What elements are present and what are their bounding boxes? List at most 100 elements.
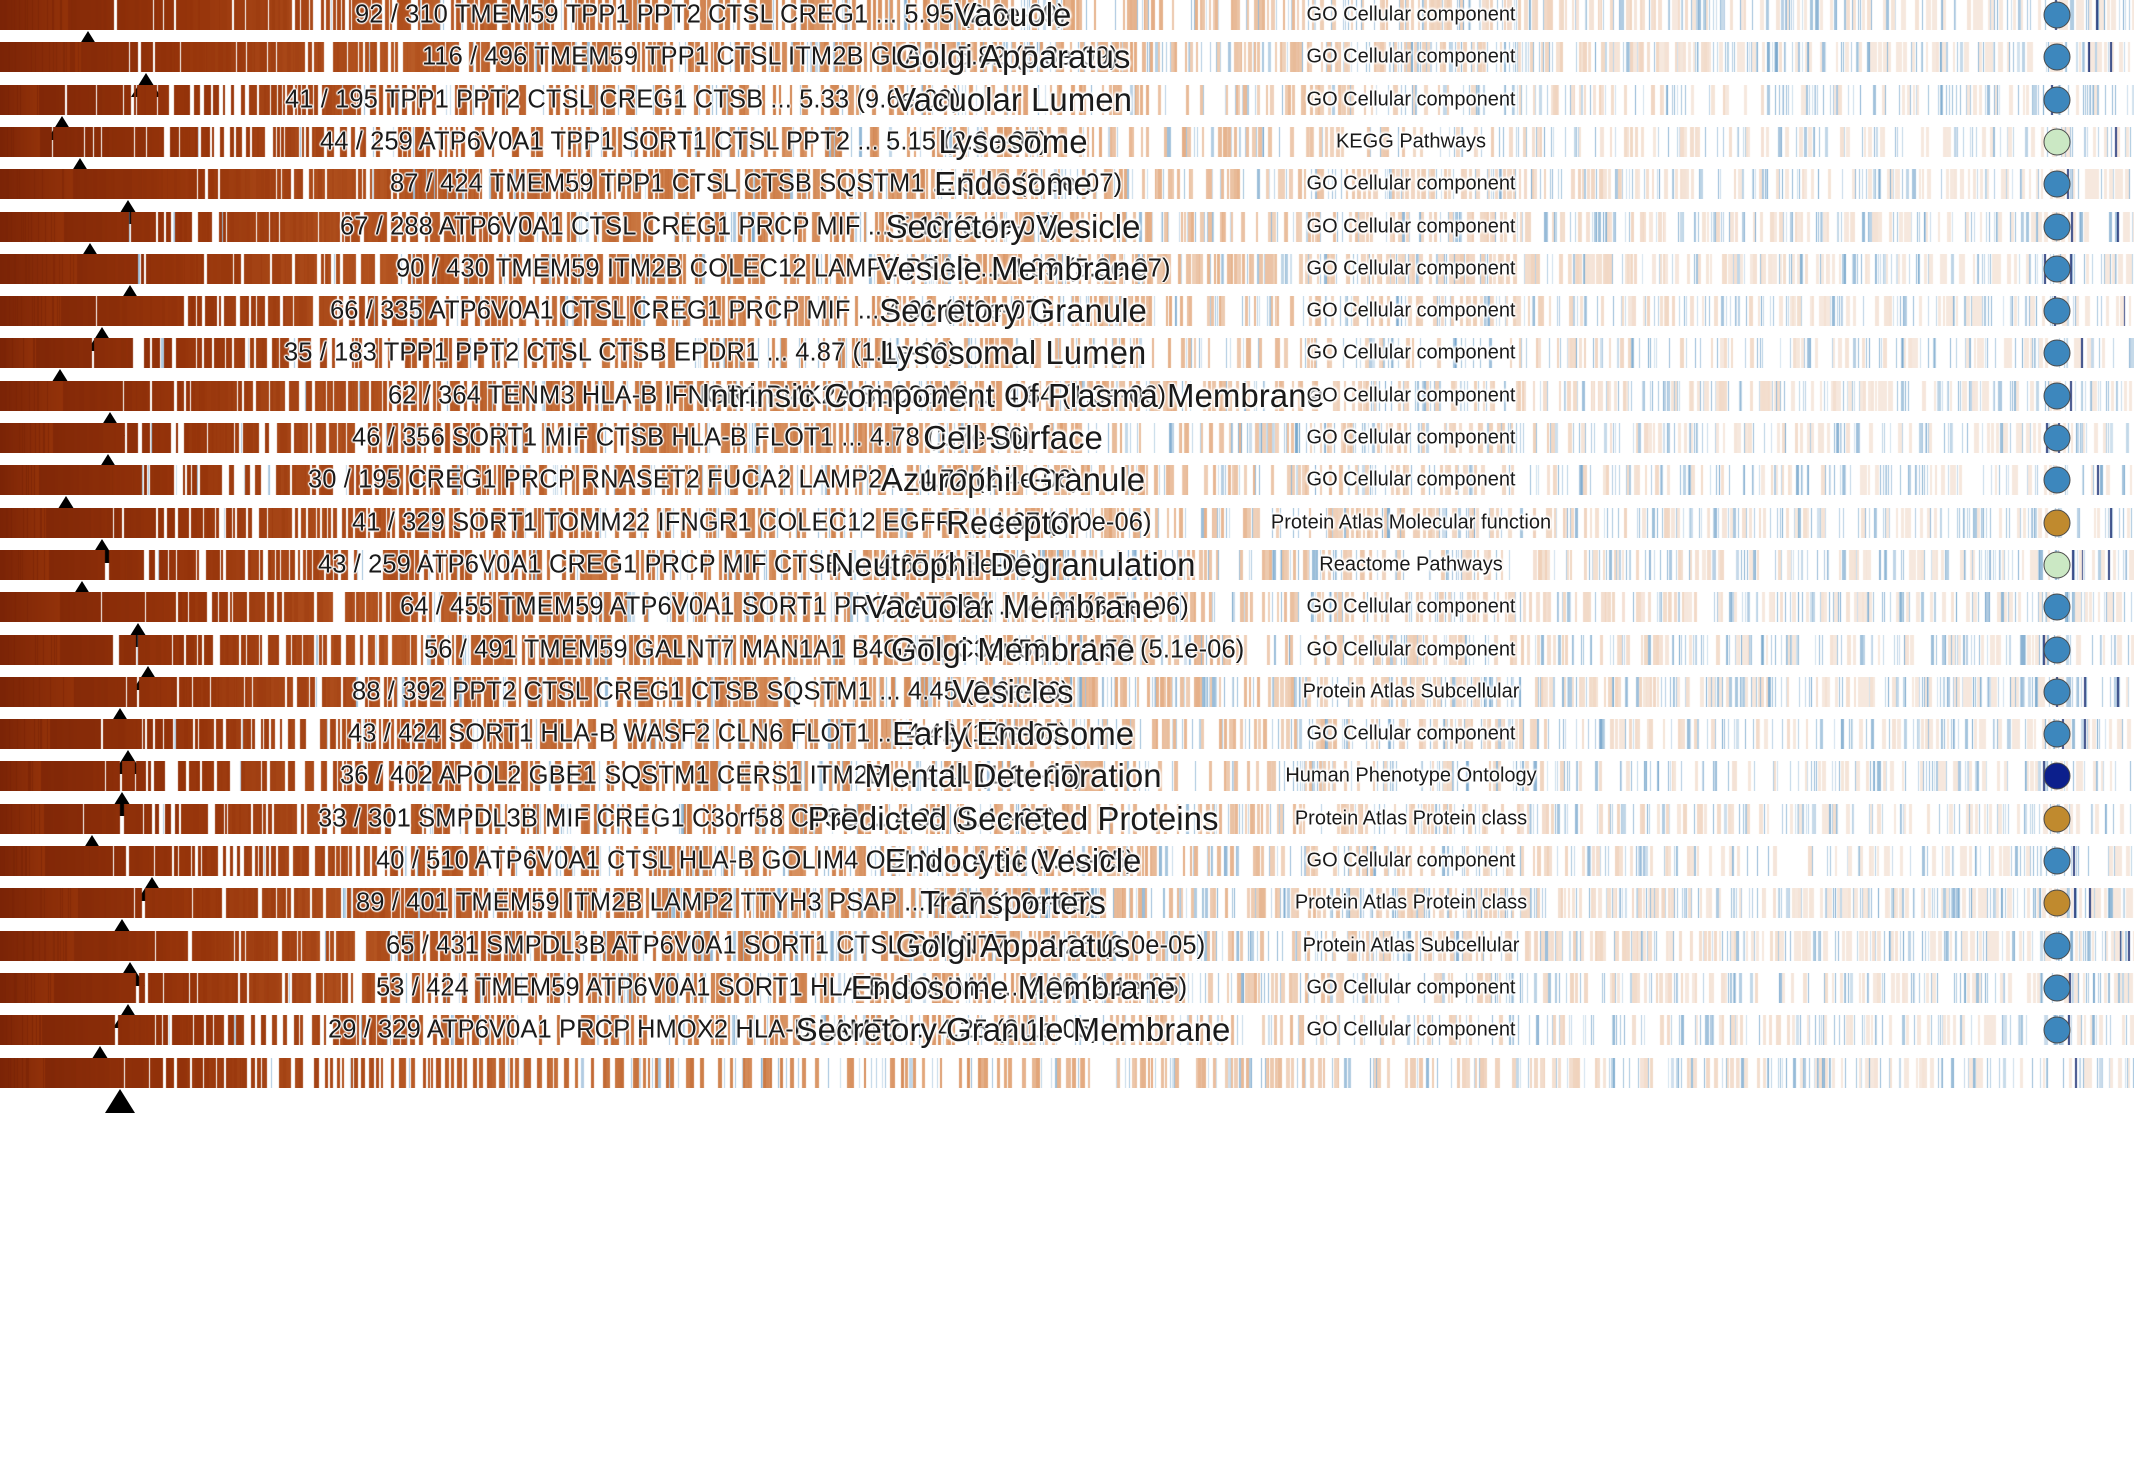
database-color-dot[interactable]: [2043, 974, 2071, 1002]
enrichment-row[interactable]: 66 / 335 ATP6V0A1 CTSL CREG1 PRCP MIF ..…: [0, 292, 2134, 352]
database-label: GO Cellular component: [1306, 299, 1516, 322]
term-title[interactable]: Vacuole: [955, 0, 1072, 34]
database-color-dot[interactable]: [2043, 636, 2071, 663]
enrichment-row[interactable]: 92 / 310 TMEM59 TPP1 PPT2 CTSL CREG1 ...…: [0, 0, 2134, 55]
term-title[interactable]: Secretory Granule Membrane: [796, 1011, 1231, 1049]
database-color-dot[interactable]: [2043, 424, 2071, 452]
enrichment-row[interactable]: 53 / 424 TMEM59 ATP6V0A1 SORT1 HLA-B GOL…: [0, 969, 2134, 1028]
database-color-dot[interactable]: [2043, 762, 2071, 790]
database-color-dot[interactable]: [2043, 593, 2071, 621]
term-title[interactable]: Endosome Membrane: [851, 969, 1176, 1007]
database-label: GO Cellular component: [1306, 3, 1516, 26]
database-color-dot[interactable]: [2043, 170, 2071, 198]
database-color-dot[interactable]: [2043, 297, 2071, 325]
term-title[interactable]: Secretory Granule: [879, 292, 1147, 330]
database-color-dot[interactable]: [2043, 255, 2071, 283]
database-color-dot[interactable]: [2043, 551, 2071, 579]
term-title[interactable]: Receptor: [946, 504, 1080, 542]
term-title[interactable]: Neutrophil Degranulation: [830, 546, 1195, 584]
database-color-dot[interactable]: [2043, 805, 2071, 833]
enrichment-barcode-plot: 92 / 310 TMEM59 TPP1 PPT2 CTSL CREG1 ...…: [0, 0, 2134, 1464]
enrichment-row[interactable]: 43 / 259 ATP6V0A1 CREG1 PRCP MIF CTSB ..…: [0, 546, 2134, 605]
database-label: GO Cellular component: [1306, 468, 1516, 491]
term-title[interactable]: Lysosomal Lumen: [880, 334, 1147, 372]
enrichment-row[interactable]: 116 / 496 TMEM59 TPP1 CTSL ITM2B GLA ...…: [0, 38, 2134, 98]
term-title[interactable]: Cell Surface: [923, 419, 1103, 457]
term-title[interactable]: Vacuolar Lumen: [894, 81, 1132, 119]
database-label: Protein Atlas Molecular function: [1270, 511, 1552, 534]
database-label: GO Cellular component: [1306, 172, 1516, 195]
row-stats-label: 41 / 195 TPP1 PPT2 CTSL CREG1 CTSB ... 5…: [285, 85, 961, 114]
term-title[interactable]: Golgi Apparatus: [896, 927, 1131, 965]
database-label: Human Phenotype Ontology: [1285, 764, 1537, 787]
database-color-dot[interactable]: [2043, 847, 2071, 875]
term-title[interactable]: Secretory Vesicle: [886, 208, 1141, 246]
enrichment-row[interactable]: 33 / 301 SMPDL3B MIF CREG1 C3orf58 CTSB …: [0, 800, 2134, 859]
term-title[interactable]: Lysosome: [938, 123, 1087, 161]
database-label: GO Cellular component: [1306, 849, 1516, 872]
term-title[interactable]: Vesicles: [952, 673, 1073, 711]
database-label: GO Cellular component: [1306, 215, 1516, 237]
database-color-dot[interactable]: [2043, 382, 2071, 410]
database-color-dot[interactable]: [2043, 1, 2071, 29]
enrichment-row[interactable]: 41 / 195 TPP1 PPT2 CTSL CREG1 CTSB ... 5…: [0, 81, 2134, 140]
database-label: GO Cellular component: [1306, 638, 1516, 660]
enrichment-row[interactable]: 40 / 510 ATP6V0A1 CTSL HLA-B GOLIM4 OCLN…: [0, 842, 2134, 901]
term-title[interactable]: Vesicle Membrane: [877, 250, 1148, 288]
term-title[interactable]: Predicted Secreted Proteins: [808, 800, 1219, 838]
database-label: KEGG Pathways: [1335, 130, 1487, 153]
enrichment-row[interactable]: 46 / 356 SORT1 MIF CTSB HLA-B FLOT1 ... …: [0, 419, 2134, 478]
enrichment-row[interactable]: 44 / 259 ATP6V0A1 TPP1 SORT1 CTSL PPT2 .…: [0, 123, 2134, 182]
database-color-dot[interactable]: [2043, 509, 2071, 537]
database-color-dot[interactable]: [2043, 339, 2071, 367]
database-color-dot[interactable]: [2043, 86, 2071, 114]
database-label: Protein Atlas Protein class: [1294, 891, 1528, 914]
row-stats-label: 35 / 183 TPP1 PPT2 CTSL CTSB EPDR1 ... 4…: [284, 338, 957, 367]
database-color-dot[interactable]: [2043, 678, 2071, 706]
term-title[interactable]: Endosome: [934, 165, 1092, 203]
term-title[interactable]: Azurophil Granule: [881, 461, 1145, 499]
database-color-dot[interactable]: [2043, 1016, 2071, 1044]
term-title[interactable]: Golgi Apparatus: [896, 38, 1131, 76]
term-title[interactable]: Early Endosome: [892, 715, 1134, 753]
enrichment-row[interactable]: 87 / 424 TMEM59 TPP1 CTSL CTSB SQSTM1 ..…: [0, 165, 2134, 225]
database-label: GO Cellular component: [1306, 426, 1516, 449]
database-label: GO Cellular component: [1306, 976, 1516, 999]
database-label: GO Cellular component: [1306, 722, 1516, 745]
database-color-dot[interactable]: [2043, 213, 2071, 240]
term-title[interactable]: Vacuolar Membrane: [866, 588, 1161, 626]
gene-rank-barcode: [0, 1057, 2134, 1088]
enrichment-peak-marker: [105, 1088, 135, 1113]
database-label: GO Cellular component: [1306, 341, 1516, 364]
enrichment-row[interactable]: 30 / 195 CREG1 PRCP RNASET2 FUCA2 LAMP2 …: [0, 461, 2134, 521]
enrichment-row[interactable]: 90 / 430 TMEM59 ITM2B COLEC12 LAMP2 PSAP…: [0, 250, 2134, 309]
enrichment-row[interactable]: 65 / 431 SMPDL3B ATP6V0A1 SORT1 CTSL GAL…: [0, 927, 2134, 986]
database-label: Reactome Pathways: [1319, 553, 1503, 576]
database-color-dot[interactable]: [2043, 466, 2071, 494]
enrichment-row[interactable]: 36 / 402 APOL2 GBE1 SQSTM1 CERS1 ITM2B .…: [0, 757, 2134, 817]
enrichment-row[interactable]: 41 / 329 SORT1 TOMM22 IFNGR1 COLEC12 EGF…: [0, 504, 2134, 563]
database-color-dot[interactable]: [2043, 932, 2071, 960]
term-title[interactable]: Endocytic Vesicle: [885, 842, 1142, 880]
database-color-dot[interactable]: [2043, 889, 2071, 917]
enrichment-row[interactable]: 56 / 491 TMEM59 GALNT7 MAN1A1 B4GAT1 C3o…: [0, 631, 2134, 690]
term-title[interactable]: Transporters: [920, 884, 1106, 922]
database-label: Protein Atlas Protein class: [1294, 807, 1528, 830]
database-label: GO Cellular component: [1306, 257, 1516, 280]
enrichment-row[interactable]: 43 / 424 SORT1 HLA-B WASF2 CLN6 FLOT1 ..…: [0, 715, 2134, 775]
database-color-dot[interactable]: [2043, 128, 2071, 156]
term-title[interactable]: Golgi Membrane: [891, 631, 1135, 669]
enrichment-row[interactable]: 35 / 183 TPP1 PPT2 CTSL CTSB EPDR1 ... 4…: [0, 334, 2134, 394]
enrichment-row[interactable]: [0, 1057, 2134, 1113]
database-label: GO Cellular component: [1306, 384, 1516, 407]
enrichment-row[interactable]: 29 / 329 ATP6V0A1 PRCP HMOX2 HLA-B LAMP2…: [0, 1011, 2134, 1071]
enrichment-row[interactable]: 67 / 288 ATP6V0A1 CTSL CREG1 PRCP MIF ..…: [0, 208, 2134, 267]
term-title[interactable]: Intrinsic Component Of Plasma Membrane: [701, 377, 1325, 415]
term-title[interactable]: Mental Deterioration: [864, 757, 1161, 795]
enrichment-row[interactable]: 88 / 392 PPT2 CTSL CREG1 CTSB SQSTM1 ...…: [0, 673, 2134, 732]
enrichment-row[interactable]: 62 / 364 TENM3 HLA-B IFNGR1 PI4K2A SLC38…: [0, 377, 2134, 436]
database-color-dot[interactable]: [2043, 43, 2071, 71]
database-color-dot[interactable]: [2043, 720, 2071, 748]
enrichment-row[interactable]: 64 / 455 TMEM59 ATP6V0A1 SORT1 PRCP ATG9…: [0, 588, 2134, 648]
enrichment-row[interactable]: 89 / 401 TMEM59 ITM2B LAMP2 TTYH3 PSAP .…: [0, 884, 2134, 944]
